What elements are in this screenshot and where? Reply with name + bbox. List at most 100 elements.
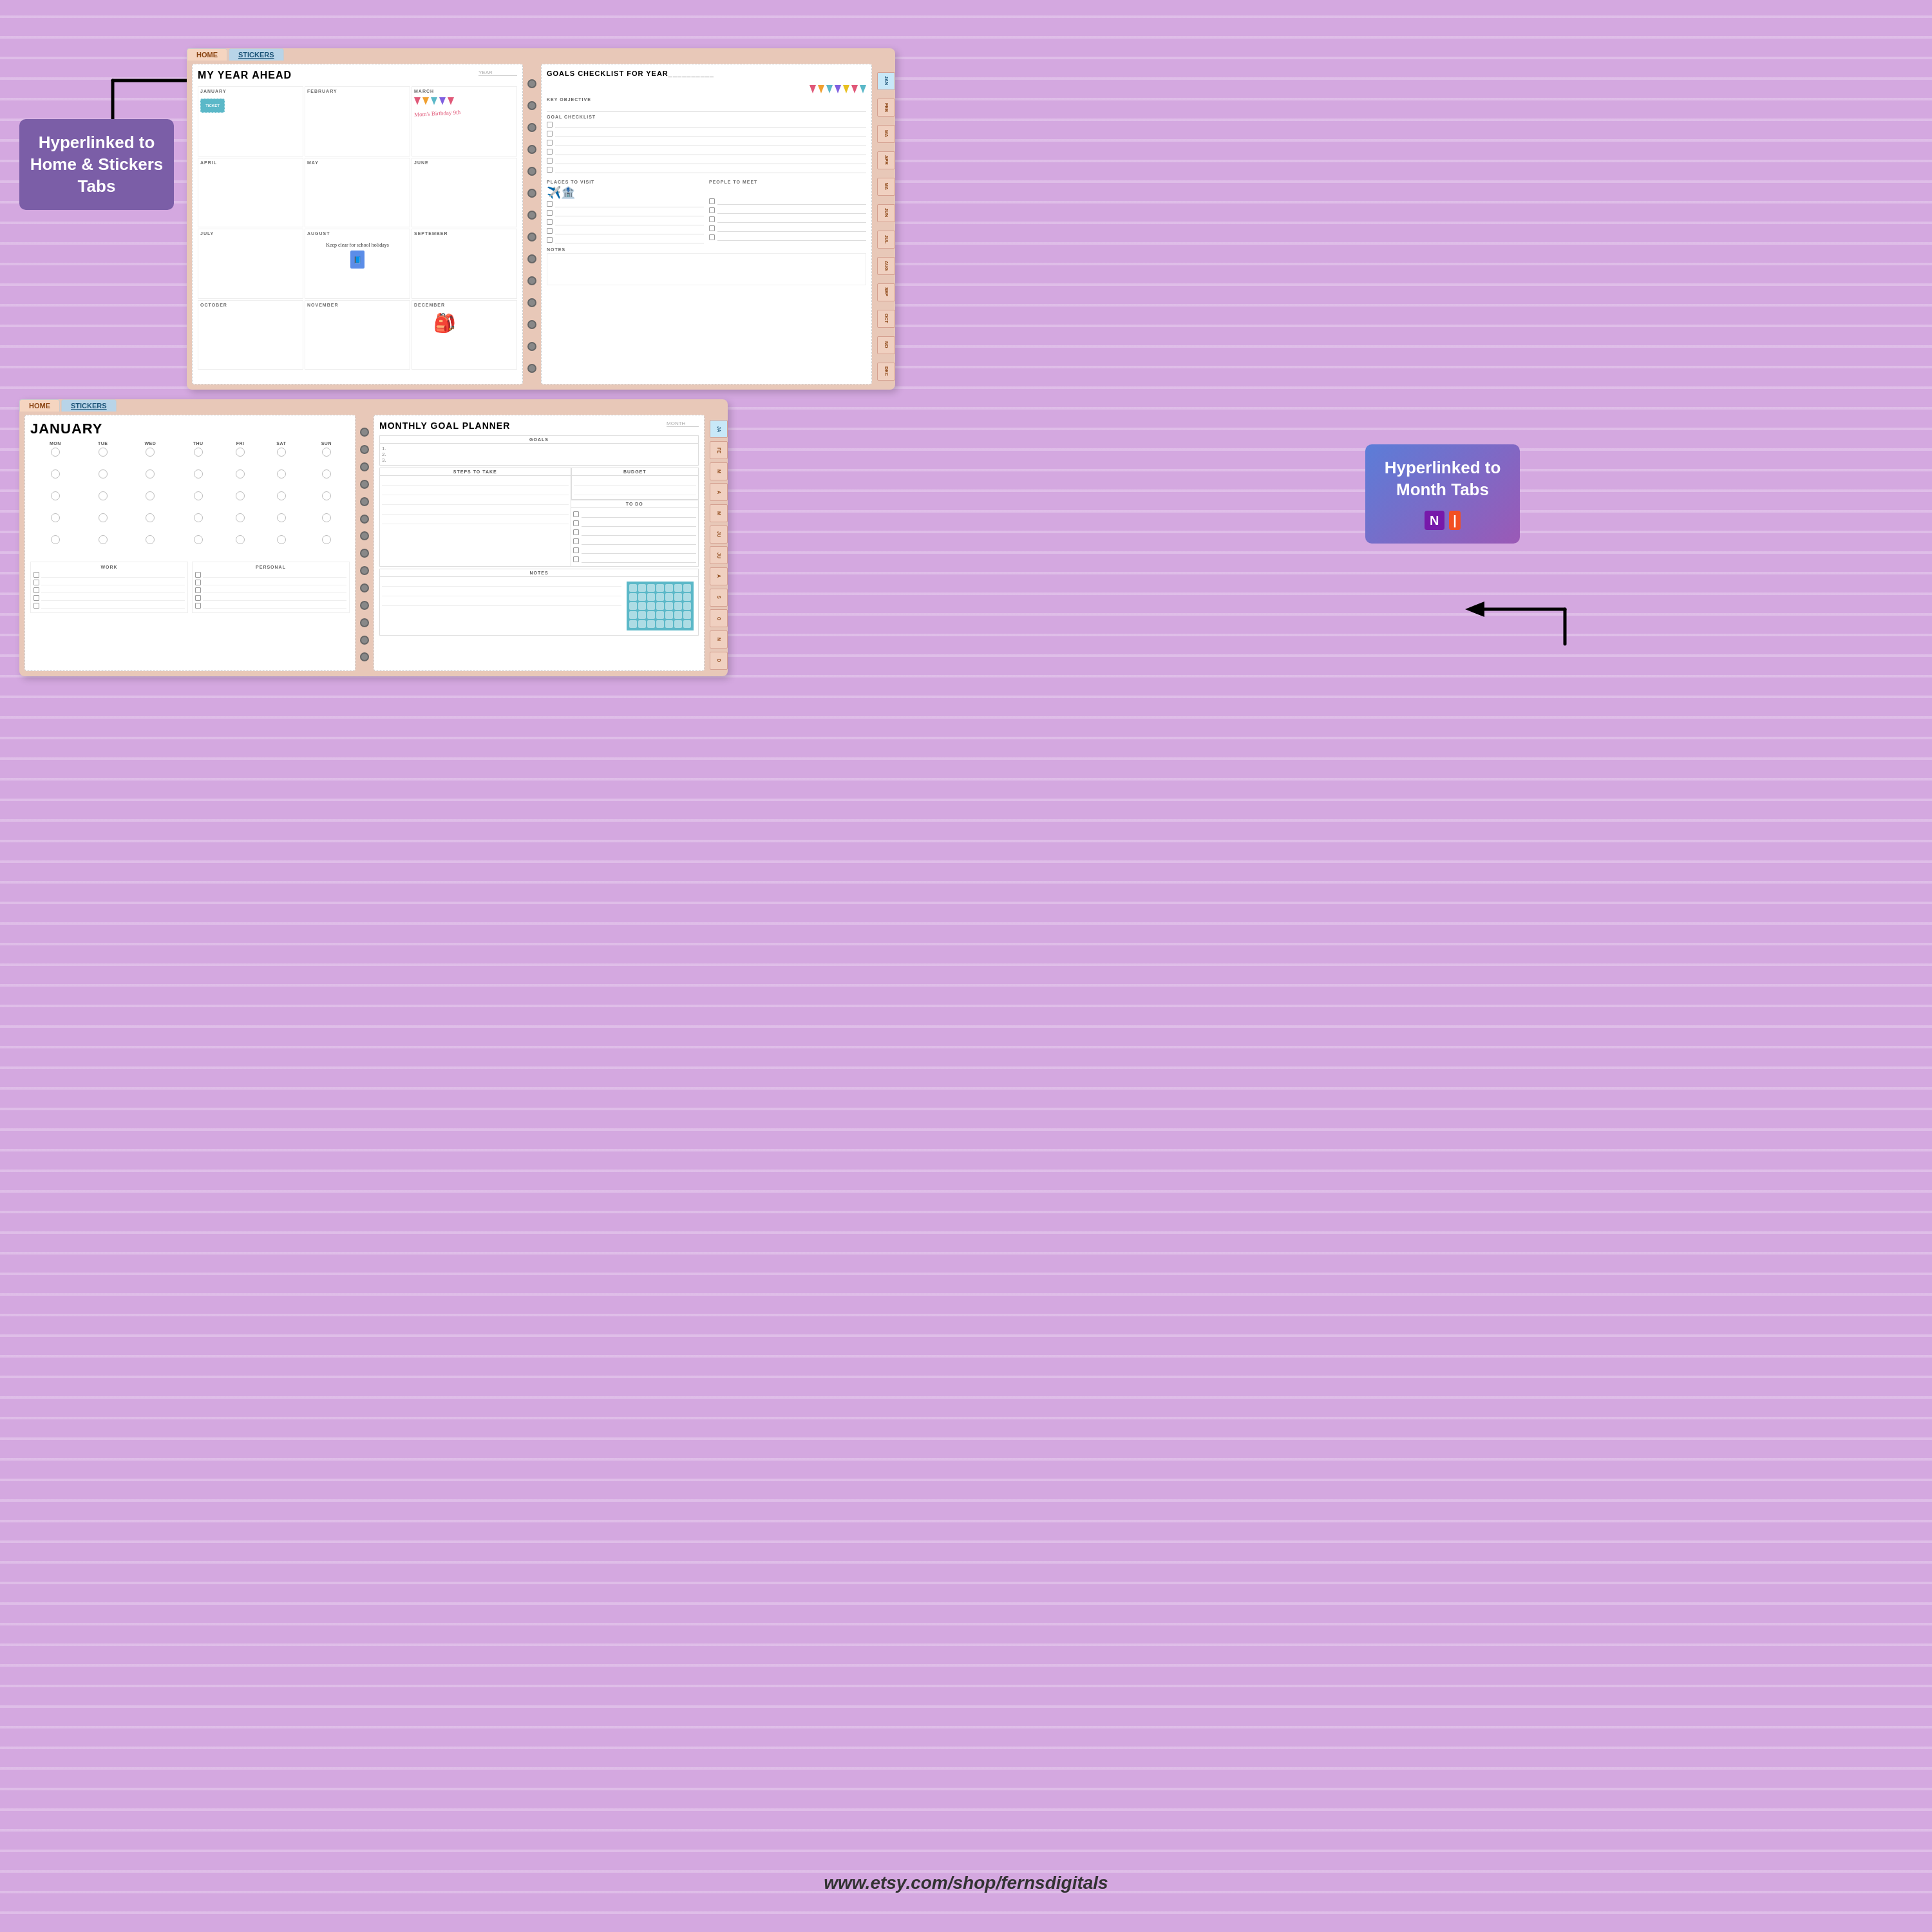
side-tab-jan[interactable]: JAN xyxy=(877,72,895,90)
month-name-mar: MARCH xyxy=(414,89,515,93)
planner-bottom: HOME STICKERS JANUARY MON TUE WED THU FR… xyxy=(19,399,728,676)
arrow-bottom xyxy=(1455,586,1584,650)
annotation-box-top: Hyperlinked to Home & Stickers Tabs xyxy=(19,119,174,210)
tab-home-bottom[interactable]: HOME xyxy=(19,399,60,412)
todo-cb-6 xyxy=(573,555,696,563)
side-tab-b-nov[interactable]: N xyxy=(710,630,728,649)
goal-checkbox-4 xyxy=(547,147,866,155)
place-cb-2 xyxy=(547,209,704,216)
ring-14 xyxy=(527,364,536,373)
side-tab-aug[interactable]: AUG xyxy=(877,257,895,275)
goals-section-mgp: GOALS 1. 2. 3. xyxy=(379,435,699,466)
month-november: NOVEMBER xyxy=(305,300,410,370)
day-sat: SAT xyxy=(260,440,303,447)
spiral-top xyxy=(526,53,538,384)
page-year-ahead: MY YEAR AHEAD YEAR JANUARY TICKET FEBRUA… xyxy=(192,64,523,384)
notes-area-top xyxy=(547,253,866,285)
steps-header: STEPS TO TAKE xyxy=(380,468,571,476)
personal-cb-5 xyxy=(195,602,346,609)
annotation-box-bottom: Hyperlinked to Month Tabs N | xyxy=(1365,444,1520,544)
notes-header-mgp: NOTES xyxy=(380,569,698,577)
side-tab-apr[interactable]: APR xyxy=(877,151,895,169)
todo-cb-3 xyxy=(573,528,696,536)
school-holidays-note: Keep clear for school holidays xyxy=(307,242,408,248)
month-name-may: MAY xyxy=(307,160,408,165)
key-objective-label: KEY OBJECTIVE xyxy=(547,97,866,102)
year-grid: JANUARY TICKET FEBRUARY MARCH Mom's Birt… xyxy=(198,86,517,370)
side-tab-b-dec[interactable]: D xyxy=(710,652,728,670)
month-name-aug: AUGUST xyxy=(307,231,408,236)
notes-content-mgp xyxy=(380,577,698,635)
side-tab-b-mar[interactable]: M xyxy=(710,462,728,480)
side-tab-jul[interactable]: JUL xyxy=(877,231,895,249)
goal-item-2: 2. xyxy=(382,451,696,457)
todo-cb-5 xyxy=(573,546,696,554)
goals-header: GOALS xyxy=(380,436,698,444)
side-tab-b-apr[interactable]: A xyxy=(710,483,728,501)
year-label: YEAR xyxy=(478,70,517,76)
birthday-note: Mom's Birthday 9th xyxy=(414,109,461,118)
side-tab-b-sep[interactable]: S xyxy=(710,589,728,607)
work-label: WORK xyxy=(33,565,185,569)
side-tab-dec[interactable]: DEC xyxy=(877,363,895,381)
tab-stickers-top[interactable]: STICKERS xyxy=(229,48,284,61)
day-thu: THU xyxy=(175,440,221,447)
side-tab-mar[interactable]: MA xyxy=(877,125,895,143)
side-tab-b-jan[interactable]: JA xyxy=(710,420,728,438)
month-name-jun: JUNE xyxy=(414,160,515,165)
side-tab-b-jun[interactable]: JU xyxy=(710,526,728,544)
work-cb-2 xyxy=(33,579,185,585)
month-name-sep: SEPTEMBER xyxy=(414,231,515,236)
planner-top: HOME STICKERS MY YEAR AHEAD YEAR JANUARY… xyxy=(187,48,895,390)
passport-sticker: 📘 xyxy=(350,251,365,269)
mgp-title: MONTHLY GOAL PLANNER xyxy=(379,421,510,431)
todo-content xyxy=(571,508,698,566)
page-monthly-goal: MONTHLY GOAL PLANNER MONTH GOALS 1. 2. 3… xyxy=(374,415,705,671)
todo-cb-4 xyxy=(573,537,696,545)
budget-header: BUDGET xyxy=(572,468,698,476)
side-tab-oct[interactable]: OCT xyxy=(877,310,895,328)
footer: www.etsy.com/shop/fernsdigitals xyxy=(0,1873,1932,1893)
side-tab-sep[interactable]: SEP xyxy=(877,283,895,301)
work-cb-1 xyxy=(33,571,185,578)
month-september: SEPTEMBER xyxy=(412,229,517,299)
steps-section: STEPS TO TAKE xyxy=(379,468,571,567)
tab-home-top[interactable]: HOME xyxy=(187,48,227,61)
todo-header: TO DO xyxy=(571,500,698,508)
notes-section-mgp: NOTES xyxy=(379,569,699,636)
side-tab-feb[interactable]: FEB xyxy=(877,99,895,117)
onenote-icon: N | xyxy=(1376,507,1510,531)
goal-item-1: 1. xyxy=(382,446,696,451)
budget-todo-col: BUDGET TO DO xyxy=(571,468,699,567)
page-goals: GOALS CHECKLIST FOR YEAR__________ KEY O… xyxy=(541,64,872,384)
key-objective-line xyxy=(547,103,866,112)
work-personal-section: WORK PERSONAL xyxy=(30,562,350,613)
side-tab-may[interactable]: MA xyxy=(877,178,895,196)
people-cb-4 xyxy=(709,224,866,232)
tab-stickers-bottom[interactable]: STICKERS xyxy=(61,399,117,412)
place-cb-4 xyxy=(547,227,704,234)
side-tab-b-may[interactable]: M xyxy=(710,504,728,522)
calendar-table: MON TUE WED THU FRI SAT SUN xyxy=(30,440,350,556)
side-tab-b-feb[interactable]: FE xyxy=(710,441,728,459)
side-tab-nov[interactable]: NO xyxy=(877,336,895,354)
month-june: JUNE xyxy=(412,158,517,228)
page-january: JANUARY MON TUE WED THU FRI SAT SUN xyxy=(24,415,355,671)
planner-top-tabs: HOME STICKERS xyxy=(187,48,284,61)
side-tab-b-aug[interactable]: A xyxy=(710,567,728,585)
year-ahead-title: MY YEAR AHEAD xyxy=(198,70,292,81)
side-tab-b-oct[interactable]: O xyxy=(710,609,728,627)
work-section: WORK xyxy=(30,562,188,613)
budget-section: BUDGET xyxy=(571,468,699,500)
month-july: JULY xyxy=(198,229,303,299)
people-cb-3 xyxy=(709,215,866,223)
cal-row-3 xyxy=(30,491,350,513)
cal-row-4 xyxy=(30,513,350,535)
day-wed: WED xyxy=(125,440,175,447)
goals-two-col: PLACES TO VISIT ✈️🏦 PEOPLE TO MEET xyxy=(547,177,866,245)
side-tab-jun[interactable]: JUN xyxy=(877,204,895,222)
ring-10 xyxy=(527,276,536,285)
ring-13 xyxy=(527,342,536,351)
work-cb-5 xyxy=(33,602,185,609)
side-tab-b-jul[interactable]: JU xyxy=(710,546,728,564)
